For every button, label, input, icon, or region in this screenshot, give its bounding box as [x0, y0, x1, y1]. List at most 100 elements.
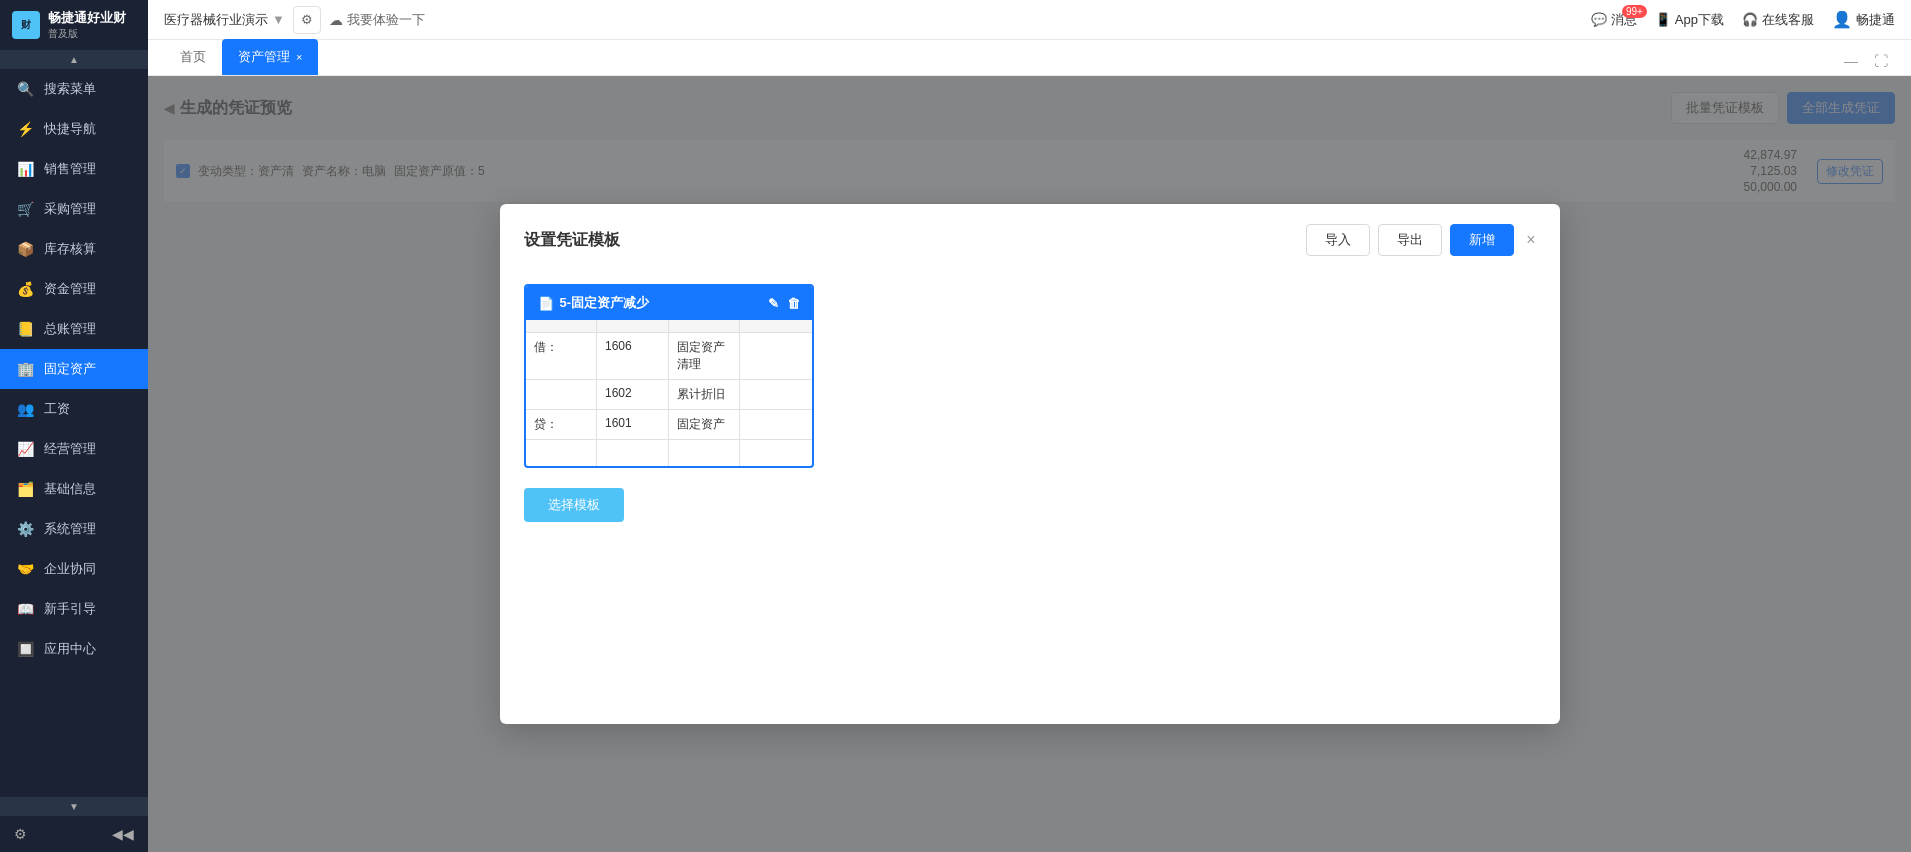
debit-extra-2	[740, 380, 812, 409]
customer-service-btn[interactable]: 🎧 在线客服	[1742, 11, 1814, 29]
tab-bar: 首页 资产管理 × — ⛶	[148, 40, 1911, 76]
scroll-up-btn[interactable]: ▲	[0, 51, 148, 69]
content-area: ◀ 生成的凭证预览 批量凭证模板 全部生成凭证 ✓ 变动类型：资产清 资产名称：…	[148, 76, 1911, 852]
col-name	[669, 320, 741, 332]
logo-sub: 普及版	[48, 27, 126, 40]
sidebar-item-label: 库存核算	[44, 240, 96, 258]
app-download-btn[interactable]: 📱 App下载	[1655, 11, 1724, 29]
tab-home[interactable]: 首页	[164, 39, 222, 75]
sidebar-icon: 🔍	[16, 80, 34, 98]
app-download-label: App下载	[1675, 11, 1724, 29]
sidebar-item-label: 应用中心	[44, 640, 96, 658]
sidebar-icon: 🔲	[16, 640, 34, 658]
sidebar-item-销售管理[interactable]: 📊销售管理	[0, 149, 148, 189]
sidebar-item-搜索菜单[interactable]: 🔍 搜索菜单	[0, 69, 148, 109]
sidebar-item-企业协同[interactable]: 🤝 企业协同	[0, 549, 148, 589]
sidebar-item-基础信息[interactable]: 🗂️ 基础信息	[0, 469, 148, 509]
sidebar-icon: 🏢	[16, 360, 34, 378]
template-edit-icon[interactable]: ✎	[768, 296, 779, 311]
sidebar-item-经营管理[interactable]: 📈经营管理	[0, 429, 148, 469]
sidebar-item-label: 工资	[44, 400, 70, 418]
sidebar-item-工资[interactable]: 👥 工资	[0, 389, 148, 429]
collapse-icon[interactable]: ◀◀	[112, 826, 134, 842]
sidebar-icon: 📖	[16, 600, 34, 618]
sidebar-item-label: 企业协同	[44, 560, 96, 578]
modal-actions: 导入 导出 新增	[1306, 224, 1514, 256]
col-direction	[526, 320, 598, 332]
company-dropdown-icon: ▼	[272, 12, 285, 27]
modal-close-btn[interactable]: ×	[1526, 231, 1535, 249]
modal-body: 📄 5-固定资产减少 ✎ 🗑	[500, 268, 1560, 724]
modal-title: 设置凭证模板	[524, 230, 620, 251]
sidebar-icon: 🛒	[16, 200, 34, 218]
tab-asset-management[interactable]: 资产管理 ×	[222, 39, 318, 75]
debit-label-2	[526, 380, 598, 409]
new-btn[interactable]: 新增	[1450, 224, 1514, 256]
sidebar-item-label: 总账管理	[44, 320, 96, 338]
scroll-down-btn[interactable]: ▼	[0, 797, 148, 815]
choose-btn-wrapper: 选择模板	[524, 488, 1536, 522]
company-selector[interactable]: 医疗器械行业演示 ▼	[164, 11, 285, 29]
sidebar-icon: 👥	[16, 400, 34, 418]
export-btn[interactable]: 导出	[1378, 224, 1442, 256]
credit-code-1: 1601	[597, 410, 669, 439]
sidebar-item-label: 系统管理	[44, 520, 96, 538]
user-avatar-icon: 👤	[1832, 10, 1852, 29]
debit-name-1: 固定资产清理	[669, 333, 741, 379]
main-area: 医疗器械行业演示 ▼ ⚙ ☁ 我要体验一下 💬 消息 99+ 📱 App下载	[148, 0, 1911, 852]
settings-icon[interactable]: ⚙	[14, 826, 27, 842]
maximize-btn[interactable]: ⛶	[1867, 47, 1895, 75]
sidebar-item-label: 快捷导航	[44, 120, 96, 138]
sidebar-icon: ⚙️	[16, 520, 34, 538]
template-delete-icon[interactable]: 🗑	[787, 296, 800, 311]
sidebar-item-label: 资金管理	[44, 280, 96, 298]
choose-template-btn[interactable]: 选择模板	[524, 488, 624, 522]
tab-asset-management-close[interactable]: ×	[296, 51, 302, 63]
sidebar-item-快捷导航[interactable]: ⚡ 快捷导航	[0, 109, 148, 149]
sidebar-item-固定资产[interactable]: 🏢固定资产	[0, 349, 148, 389]
sidebar-footer: ⚙ ◀◀	[0, 815, 148, 852]
experience-btn[interactable]: ☁ 我要体验一下	[329, 11, 425, 29]
debit-code-2: 1602	[597, 380, 669, 409]
sidebar-icon: 🗂️	[16, 480, 34, 498]
template-doc-icon: 📄	[538, 296, 554, 311]
sidebar-item-label: 基础信息	[44, 480, 96, 498]
sidebar-item-label: 采购管理	[44, 200, 96, 218]
sidebar-item-新手引导[interactable]: 📖 新手引导	[0, 589, 148, 629]
debit-extra-1	[740, 333, 812, 379]
topbar: 医疗器械行业演示 ▼ ⚙ ☁ 我要体验一下 💬 消息 99+ 📱 App下载	[148, 0, 1911, 40]
import-btn[interactable]: 导入	[1306, 224, 1370, 256]
credit-extra-1	[740, 410, 812, 439]
sidebar-item-采购管理[interactable]: 🛒 采购管理	[0, 189, 148, 229]
user-name: 畅捷通	[1856, 11, 1895, 29]
sidebar-item-label: 新手引导	[44, 600, 96, 618]
template-full-name: 5-固定资产减少	[560, 294, 650, 312]
company-name: 医疗器械行业演示	[164, 11, 268, 29]
sidebar-logo: 财 畅捷通好业财 普及版	[0, 0, 148, 51]
sidebar-item-应用中心[interactable]: 🔲 应用中心	[0, 629, 148, 669]
sidebar-icon: ⚡	[16, 120, 34, 138]
col-extra	[740, 320, 812, 332]
message-icon: 💬	[1591, 12, 1607, 27]
sidebar-item-系统管理[interactable]: ⚙️ 系统管理	[0, 509, 148, 549]
message-btn[interactable]: 💬 消息 99+	[1591, 11, 1637, 29]
debit-label-1: 借：	[526, 333, 598, 379]
topbar-right: 💬 消息 99+ 📱 App下载 🎧 在线客服 👤 畅捷通	[1591, 10, 1895, 29]
template-row-debit-1: 借： 1606 固定资产清理	[526, 333, 812, 380]
sidebar-icon: 🤝	[16, 560, 34, 578]
minimize-btn[interactable]: —	[1837, 47, 1865, 75]
topbar-settings-btn[interactable]: ⚙	[293, 6, 321, 34]
template-card: 📄 5-固定资产减少 ✎ 🗑	[524, 284, 814, 468]
user-avatar-btn[interactable]: 👤 畅捷通	[1832, 10, 1895, 29]
template-card-header: 📄 5-固定资产减少 ✎ 🗑	[526, 286, 812, 320]
debit-name-2: 累计折旧	[669, 380, 741, 409]
sidebar-item-资金管理[interactable]: 💰资金管理	[0, 269, 148, 309]
template-card-body: 借： 1606 固定资产清理 1602 累计折旧	[526, 320, 812, 466]
sidebar-item-库存核算[interactable]: 📦库存核算	[0, 229, 148, 269]
modal-header: 设置凭证模板 导入 导出 新增 ×	[500, 204, 1560, 268]
debit-code-1: 1606	[597, 333, 669, 379]
app-download-icon: 📱	[1655, 12, 1671, 27]
message-badge: 99+	[1622, 5, 1647, 18]
sidebar-item-总账管理[interactable]: 📒总账管理	[0, 309, 148, 349]
sidebar-item-label: 搜索菜单	[44, 80, 96, 98]
